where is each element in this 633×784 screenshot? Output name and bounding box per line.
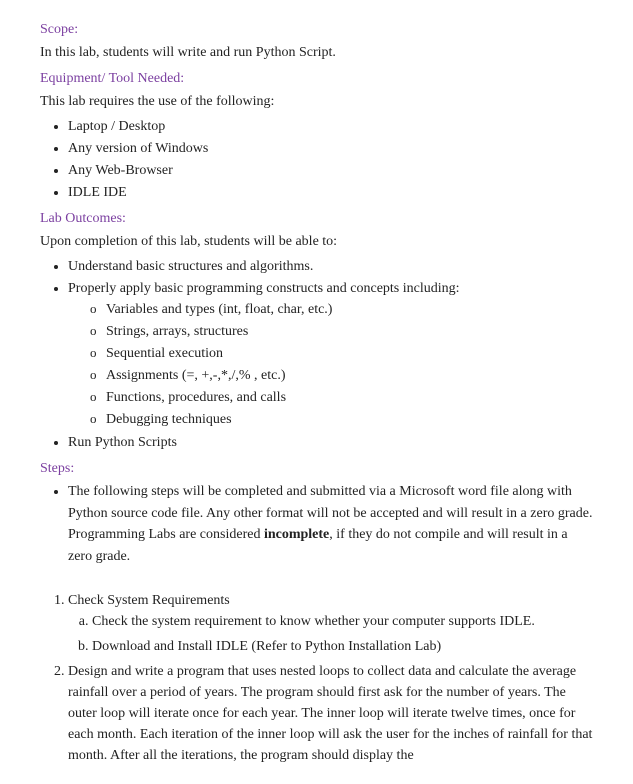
list-item: Check the system requirement to know whe…: [92, 611, 593, 632]
list-item: Assignments (=, +,-,*,/,% , etc.): [88, 365, 593, 386]
equipment-section: Equipment/ Tool Needed: This lab require…: [40, 71, 593, 203]
list-item: Design and write a program that uses nes…: [68, 661, 593, 766]
scope-body: In this lab, students will write and run…: [40, 42, 593, 63]
list-item: Properly apply basic programming constru…: [68, 278, 593, 430]
steps-section: Steps: The following steps will be compl…: [40, 461, 593, 766]
list-item: Understand basic structures and algorith…: [68, 256, 593, 277]
list-item: Download and Install IDLE (Refer to Pyth…: [92, 636, 593, 657]
steps-note-text: The following steps will be completed an…: [68, 484, 592, 564]
scope-heading: Scope:: [40, 22, 593, 38]
page-content: Scope: In this lab, students will write …: [0, 0, 633, 784]
outcomes-heading: Lab Outcomes:: [40, 211, 593, 227]
outcomes-section: Lab Outcomes: Upon completion of this la…: [40, 211, 593, 453]
list-item: Any version of Windows: [68, 138, 593, 159]
outcomes-intro: Upon completion of this lab, students wi…: [40, 231, 593, 252]
steps-note-item: The following steps will be completed an…: [68, 481, 593, 568]
list-item: Any Web-Browser: [68, 160, 593, 181]
steps-note-list: The following steps will be completed an…: [68, 481, 593, 568]
list-item: Check System Requirements Check the syst…: [68, 590, 593, 657]
equipment-heading: Equipment/ Tool Needed:: [40, 71, 593, 87]
equipment-intro: This lab requires the use of the followi…: [40, 91, 593, 112]
sub-list: Variables and types (int, float, char, e…: [88, 299, 593, 430]
list-item: Run Python Scripts: [68, 432, 593, 453]
list-item: Debugging techniques: [88, 409, 593, 430]
list-item: Strings, arrays, structures: [88, 321, 593, 342]
outcomes-list: Understand basic structures and algorith…: [68, 256, 593, 453]
list-item: IDLE IDE: [68, 182, 593, 203]
scope-section: Scope: In this lab, students will write …: [40, 22, 593, 63]
steps-numbered-list: Check System Requirements Check the syst…: [68, 590, 593, 766]
steps-sub-list: Check the system requirement to know whe…: [92, 611, 593, 657]
list-item: Sequential execution: [88, 343, 593, 364]
list-item: Functions, procedures, and calls: [88, 387, 593, 408]
steps-heading: Steps:: [40, 461, 593, 477]
list-item: Variables and types (int, float, char, e…: [88, 299, 593, 320]
list-item: Laptop / Desktop: [68, 116, 593, 137]
equipment-list: Laptop / Desktop Any version of Windows …: [68, 116, 593, 203]
